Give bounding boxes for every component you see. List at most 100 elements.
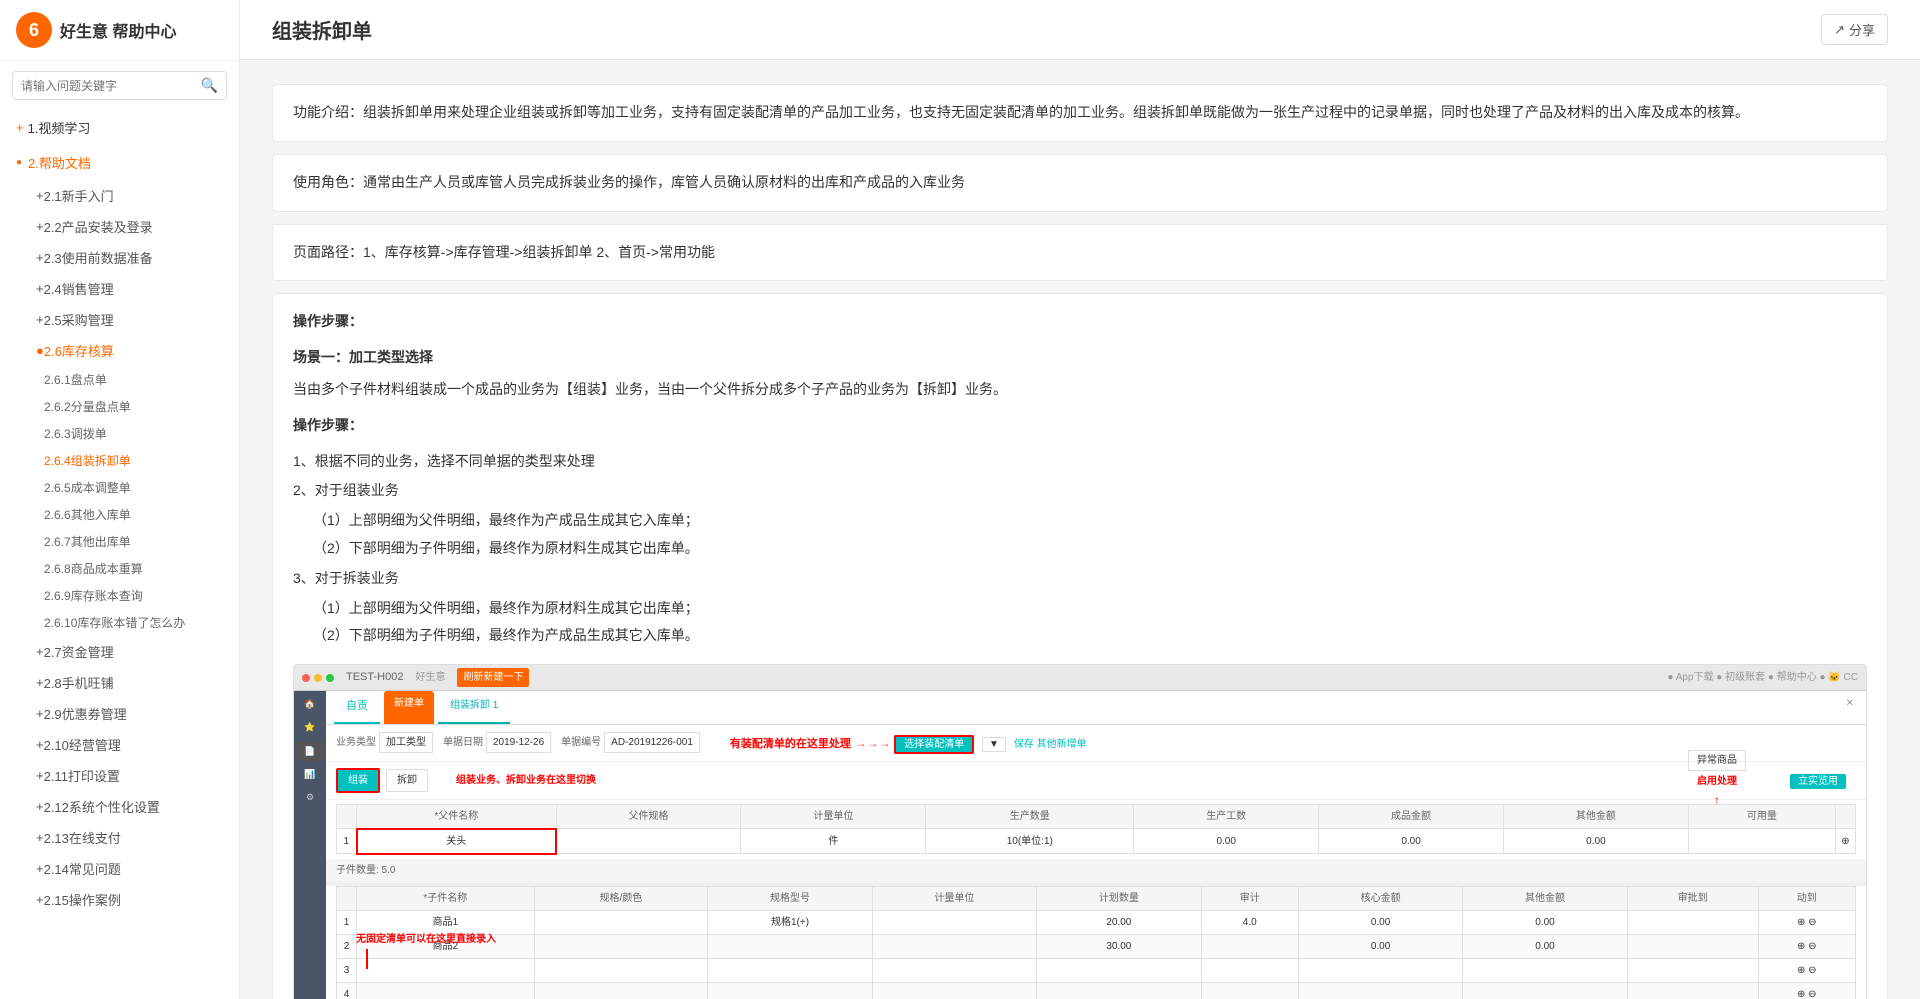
sidebar-item-2-5[interactable]: + 2.5采购管理: [0, 304, 239, 335]
search-input[interactable]: [21, 79, 201, 93]
sidebar-item-2-6-3[interactable]: 2.6.3调拨单: [0, 420, 239, 447]
sidebar-item-2-6-10[interactable]: 2.6.10库存账本错了怎么办: [0, 609, 239, 636]
sidebar-item-2-7[interactable]: + 2.7资金管理: [0, 636, 239, 667]
search-box[interactable]: 🔍: [12, 71, 227, 100]
col-prod-work: 生产工数: [1134, 804, 1319, 829]
col-spec-model: 规格型号: [708, 886, 872, 910]
ss-divider-row: 子件数量: 5.0: [326, 859, 1866, 882]
ss-close-btn[interactable]: ✕: [1842, 691, 1858, 724]
window-title: TEST-H002: [346, 668, 403, 687]
step-2: 2、对于组装业务: [293, 479, 1867, 503]
ss-date-label: 单据日期: [443, 734, 483, 751]
parent-name-cell[interactable]: 关头: [357, 829, 557, 854]
ss-business-type-field: 业务类型 加工类型: [336, 732, 433, 753]
chrome-close: [302, 674, 310, 682]
annotation-arrow1: →→→: [855, 736, 894, 750]
col-parent-name: *父件名称: [357, 804, 557, 829]
expand-icon-docs: ●: [16, 157, 22, 168]
table-row: 3⊕ ⊖: [337, 958, 1856, 982]
ss-tab-current[interactable]: 组装拆卸 1: [438, 691, 510, 724]
ss-confirm-btn[interactable]: 立实览用: [1790, 774, 1846, 789]
ss-sub-label: 子件数量: 5.0: [336, 862, 395, 879]
sidebar-item-2-2[interactable]: + 2.2产品安装及登录: [0, 211, 239, 242]
ss-bill-value[interactable]: AD-20191226-001: [604, 732, 700, 753]
ss-icon-settings: ⚙: [296, 788, 324, 807]
step-1: 1、根据不同的业务，选择不同单据的类型来处理: [293, 450, 1867, 474]
chrome-maximize: [326, 674, 334, 682]
ss-bill-field: 单据编号 AD-20191226-001: [561, 732, 700, 753]
main-header: 组装拆卸单 ↗ 分享: [240, 0, 1920, 60]
sidebar-item-2-9[interactable]: + 2.9优惠券管理: [0, 698, 239, 729]
sidebar-item-2-8[interactable]: + 2.8手机旺铺: [0, 667, 239, 698]
scene1-title: 场景一：加工类型选择: [293, 346, 1867, 370]
steps-list: 1、根据不同的业务，选择不同单据的类型来处理 2、对于组装业务 （1）上部明细为…: [293, 450, 1867, 649]
ss-tab-new[interactable]: 新建单: [384, 691, 434, 724]
sidebar-item-video[interactable]: + 1.视频学习: [0, 110, 239, 145]
sidebar-item-2-6-1[interactable]: 2.6.1盘点单: [0, 366, 239, 393]
annotation-switch-text: 组装业务、拆卸业务在这里切换: [456, 772, 596, 789]
ss-search-input[interactable]: 异常商品: [1688, 750, 1746, 771]
sidebar-item-2-6-7[interactable]: 2.6.7其他出库单: [0, 528, 239, 555]
annotation-no-bom-text: 无固定清单可以在这里直接录入: [356, 934, 496, 945]
sidebar-item-2-13[interactable]: + 2.13在线支付: [0, 822, 239, 853]
content-area: 功能介绍：组装拆卸单用来处理企业组装或拆卸等加工业务，支持有固定装配清单的产品加…: [240, 60, 1920, 999]
col-core-amount: 核心金额: [1298, 886, 1462, 910]
sidebar-item-2-14[interactable]: + 2.14常见问题: [0, 853, 239, 884]
ss-tabs: 自贡 新建单 组装拆卸 1 ✕: [326, 691, 1866, 725]
col-approve-to: 审批到: [1627, 886, 1758, 910]
col-unit: 计量单位: [741, 804, 926, 829]
table-row: 1 商品1 规格1(+) 20.00 4.0 0.00 0.00: [337, 910, 1856, 934]
sidebar-item-2-4[interactable]: + 2.4销售管理: [0, 273, 239, 304]
ss-type-value[interactable]: 加工类型: [379, 732, 433, 753]
sidebar-item-2-6-6[interactable]: 2.6.6其他入库单: [0, 501, 239, 528]
page-title: 组装拆卸单: [272, 15, 372, 44]
share-button[interactable]: ↗ 分享: [1821, 14, 1888, 45]
ss-assemble-btn[interactable]: 组装: [336, 768, 380, 793]
col-plan-qty: 计划数量: [1037, 886, 1201, 910]
step-3: 3、对于拆装业务: [293, 567, 1867, 591]
ss-tab-home[interactable]: 自贡: [334, 691, 380, 724]
sidebar-item-2-6-8[interactable]: 2.6.8商品成本重算: [0, 555, 239, 582]
sidebar-item-docs[interactable]: ● 2.帮助文档: [0, 145, 239, 180]
col-checkbox: [337, 804, 357, 829]
sidebar-item-2-10[interactable]: + 2.10经营管理: [0, 729, 239, 760]
sidebar-header: 6 好生意 帮助中心: [0, 0, 239, 61]
ss-type-switch: 组装 拆卸: [336, 768, 428, 793]
ss-more-options[interactable]: ▼: [982, 737, 1006, 752]
sidebar-item-2-3[interactable]: + 2.3使用前数据准备: [0, 242, 239, 273]
col-child-unit: 计量单位: [872, 886, 1036, 910]
ss-type-label: 业务类型: [336, 734, 376, 751]
sidebar-item-2-6-5[interactable]: 2.6.5成本调整单: [0, 474, 239, 501]
ss-date-value[interactable]: 2019-12-26: [486, 732, 551, 753]
intro-block-2: 使用角色：通常由生产人员或库管人员完成拆装业务的操作，库管人员确认原材料的出库和…: [272, 154, 1888, 212]
table-row: 1 关头 件 10(单位:1) 0.00 0.00 0.00: [337, 829, 1856, 854]
sidebar-item-2-6-4[interactable]: 2.6.4组装拆卸单: [0, 447, 239, 474]
app-title: 好生意 帮助中心: [60, 18, 176, 42]
search-icon[interactable]: 🔍: [201, 77, 218, 94]
ss-disassemble-btn[interactable]: 拆卸: [386, 769, 428, 792]
ss-select-bom-btn[interactable]: 选择装配清单: [894, 735, 974, 754]
ss-bill-label: 单据编号: [561, 734, 601, 751]
sidebar-item-2-1[interactable]: + 2.1新手入门: [0, 180, 239, 211]
ss-annotation2-container: 组装业务、拆卸业务在这里切换: [456, 772, 596, 789]
ss-main-layout: 🏠 ⭐ 📄 📊 ⚙ 自贡 新建单 组装拆卸 1 ✕: [294, 691, 1866, 999]
ss-save-btn[interactable]: 保存 其他新增单: [1014, 739, 1087, 750]
nav-section: + 1.视频学习 ● 2.帮助文档 + 2.1新手入门 + 2.2产品安装及登录…: [0, 110, 239, 915]
col-child-name: *子件名称: [357, 886, 535, 910]
screenshot-container: TEST-H002 好生意 刷新新建一下 ● App下载 ● 初级账套 ● 帮助…: [293, 664, 1867, 999]
sidebar-item-2-6-9[interactable]: 2.6.9库存账本查询: [0, 582, 239, 609]
ss-parent-table-container: *父件名称 父件规格 计量单位 生产数量 生产工数 成品金额 其他金额 可用量: [326, 800, 1866, 859]
ss-parent-table: *父件名称 父件规格 计量单位 生产数量 生产工数 成品金额 其他金额 可用量: [336, 804, 1856, 855]
disassembly-steps: （1）上部明细为父件明细，最终作为原材料生成其它出库单； （2）下部明细为子件明…: [313, 597, 1867, 649]
col-audit: 审计: [1201, 886, 1298, 910]
ss-annotation4-container: 无固定清单可以在这里直接录入: [356, 926, 496, 970]
sidebar-item-2-11[interactable]: + 2.11打印设置: [0, 760, 239, 791]
ss-form-row: 业务类型 加工类型 单据日期 2019-12-26 单据编号 AD-201912…: [326, 725, 1866, 762]
sidebar-item-2-15[interactable]: + 2.15操作案例: [0, 884, 239, 915]
new-bill-btn[interactable]: 刷新新建一下: [457, 668, 529, 687]
operation-title: 操作步骤：: [293, 310, 1867, 334]
top-right-icons: ● App下载 ● 初级账套 ● 帮助中心 ● 🐱 CC: [1667, 669, 1858, 686]
sidebar-item-2-12[interactable]: + 2.12系统个性化设置: [0, 791, 239, 822]
sidebar-item-2-6-2[interactable]: 2.6.2分量盘点单: [0, 393, 239, 420]
sidebar-item-2-6[interactable]: ● 2.6库存核算: [0, 335, 239, 366]
